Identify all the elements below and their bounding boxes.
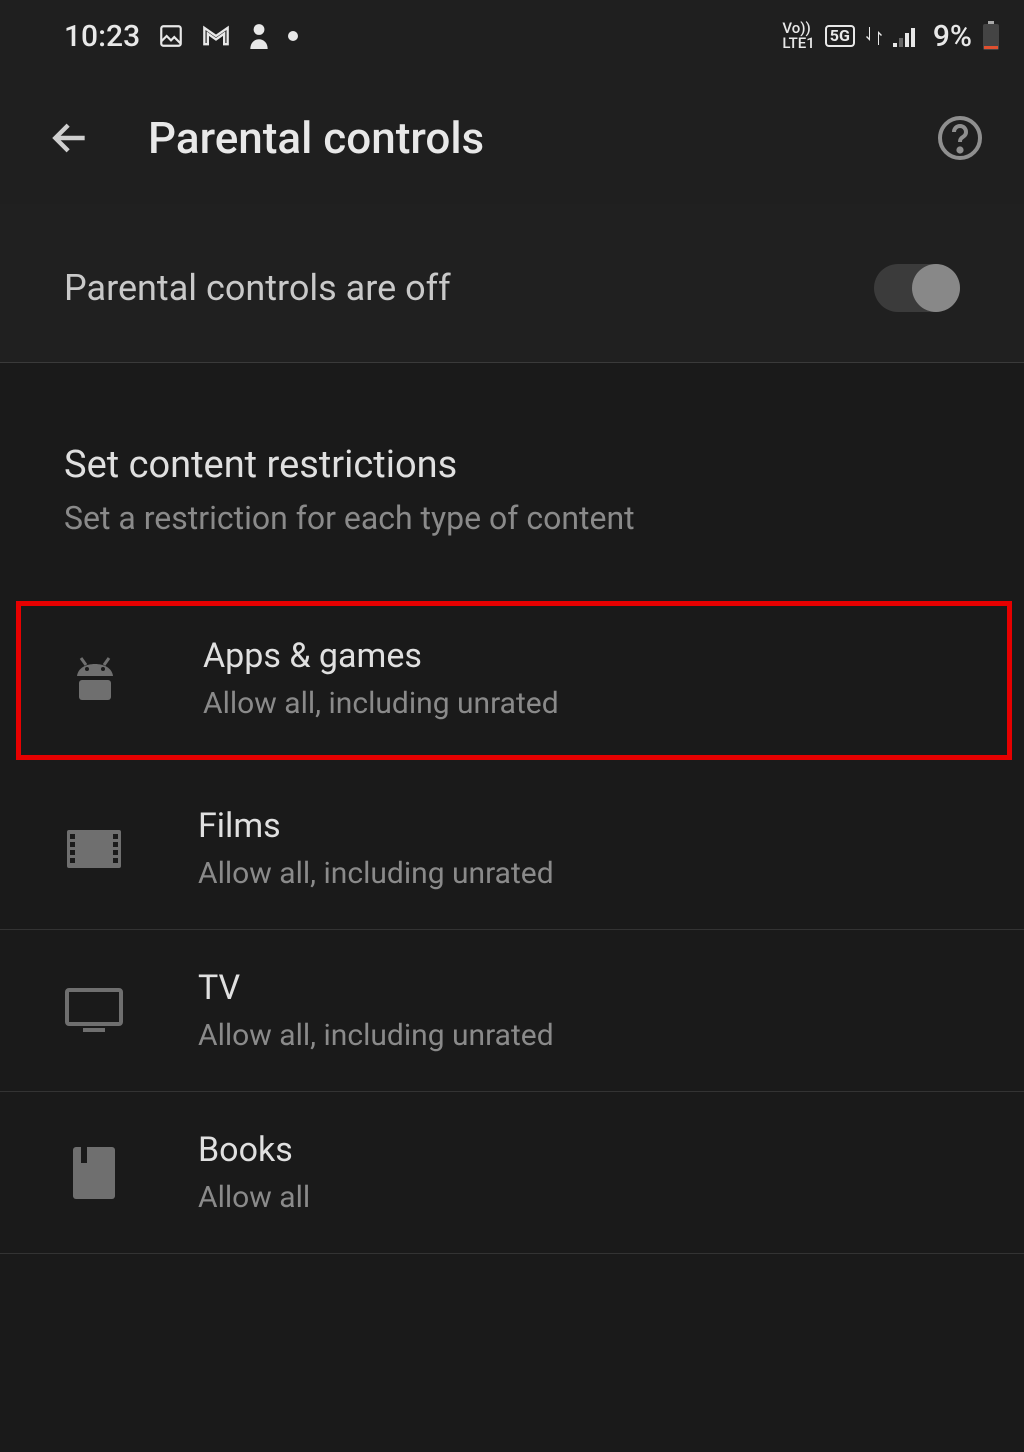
item-title: TV — [198, 968, 960, 1008]
volte-indicator: Vo))LTE1 — [782, 21, 814, 51]
content-item-apps-and-games[interactable]: Apps & games Allow all, including unrate… — [16, 601, 1012, 760]
back-button[interactable] — [48, 116, 92, 160]
item-title: Books — [198, 1130, 960, 1170]
item-subtitle: Allow all — [198, 1180, 960, 1215]
section-title: Set content restrictions — [64, 443, 960, 487]
data-arrows-icon — [865, 25, 883, 47]
section-header: Set content restrictions Set a restricti… — [0, 363, 1024, 577]
item-subtitle: Allow all, including unrated — [198, 1018, 960, 1053]
image-icon — [158, 23, 184, 49]
item-title: Apps & games — [203, 636, 959, 676]
book-icon — [64, 1147, 124, 1199]
battery-icon — [982, 21, 1000, 51]
item-title: Films — [198, 806, 960, 846]
parental-toggle-label: Parental controls are off — [64, 267, 451, 309]
battery-text: 9% — [933, 19, 972, 54]
arrow-left-icon — [48, 116, 92, 160]
help-icon — [936, 114, 984, 162]
page-title: Parental controls — [148, 112, 936, 164]
tv-icon — [64, 988, 124, 1034]
status-dot-icon — [288, 31, 298, 41]
item-subtitle: Allow all, including unrated — [198, 856, 960, 891]
page-header: Parental controls — [0, 72, 1024, 204]
status-bar: 10:23 Vo))LTE1 5G — [0, 0, 1024, 72]
item-subtitle: Allow all, including unrated — [203, 686, 959, 721]
content-item-films[interactable]: Films Allow all, including unrated — [0, 768, 1024, 930]
help-button[interactable] — [936, 114, 984, 162]
network-badge: 5G — [825, 25, 855, 47]
section-subtitle: Set a restriction for each type of conte… — [64, 499, 960, 537]
film-icon — [64, 830, 124, 868]
status-time: 10:23 — [64, 19, 140, 54]
gmail-icon — [202, 25, 230, 47]
status-right: Vo))LTE1 5G 9% — [782, 19, 1000, 54]
signal-icon — [893, 25, 919, 47]
android-icon — [65, 654, 125, 704]
content-item-books[interactable]: Books Allow all — [0, 1092, 1024, 1254]
person-icon — [248, 23, 270, 49]
status-left: 10:23 — [64, 19, 298, 54]
parental-toggle-row[interactable]: Parental controls are off — [0, 204, 1024, 363]
content-item-tv[interactable]: TV Allow all, including unrated — [0, 930, 1024, 1092]
parental-toggle-switch[interactable] — [874, 264, 960, 312]
